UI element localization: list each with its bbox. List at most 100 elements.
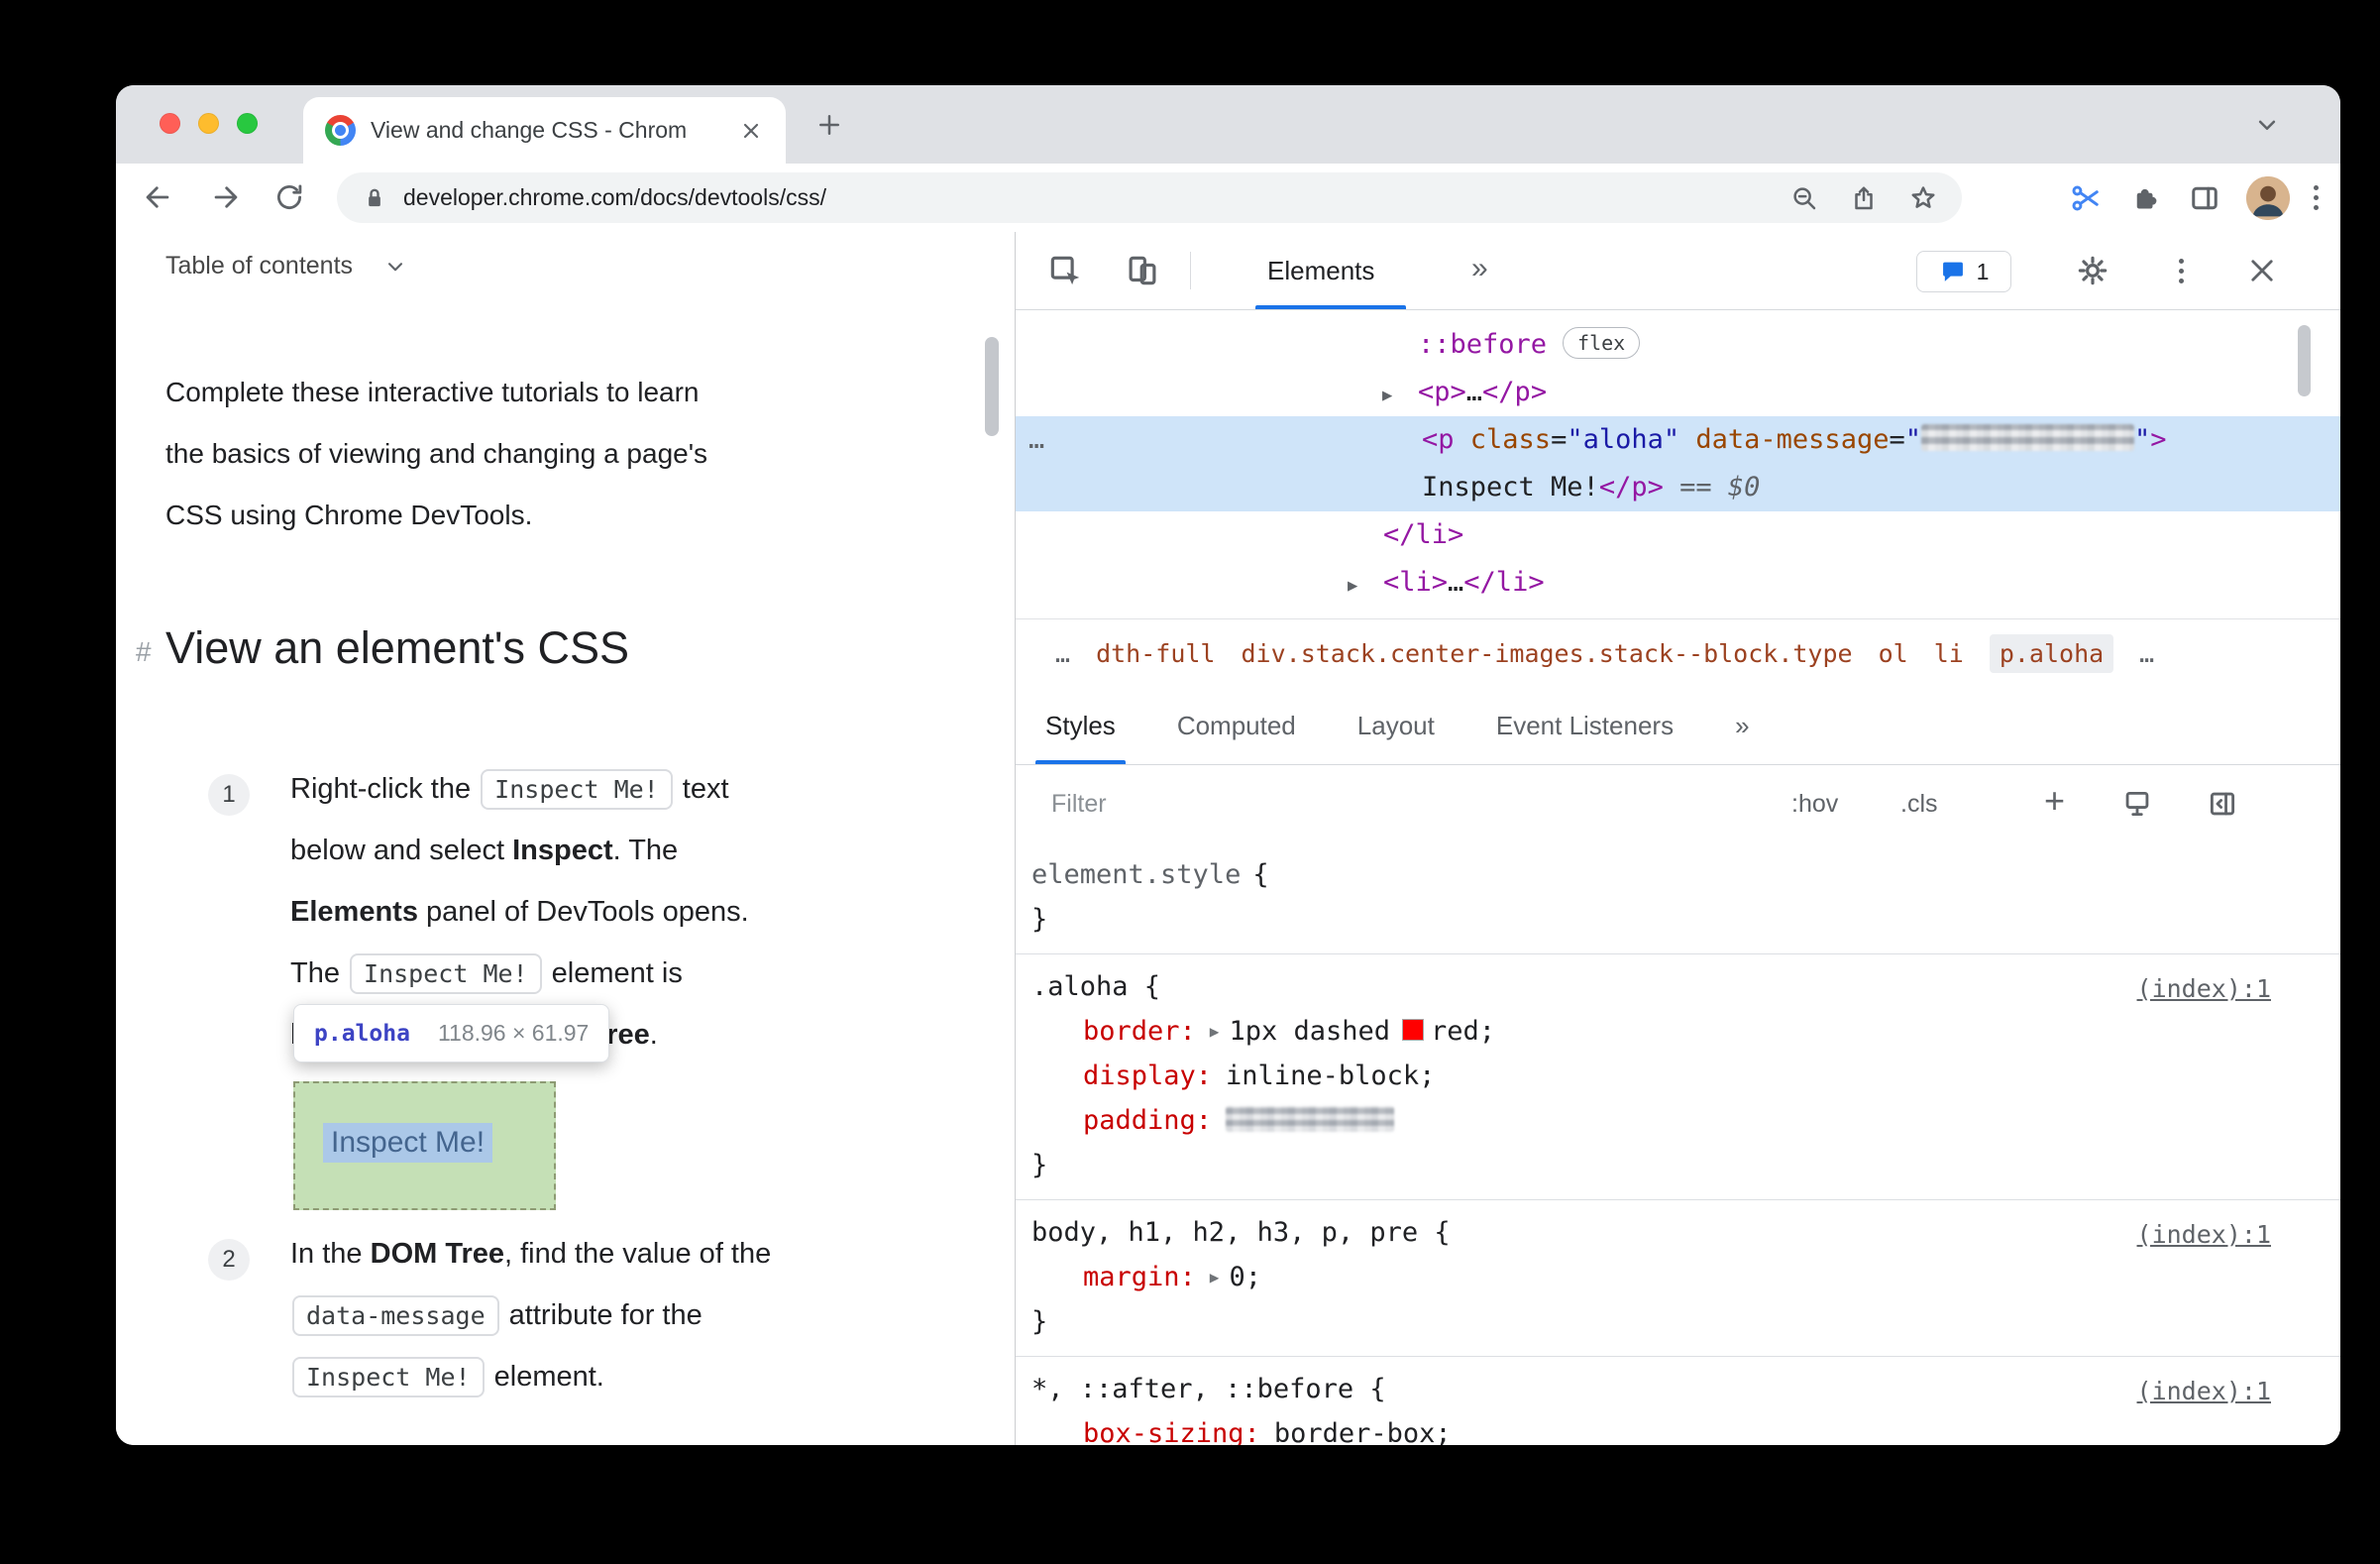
tab-layout[interactable]: Layout [1357, 688, 1435, 764]
window-controls [160, 113, 258, 134]
doc-scrollbar-thumb[interactable] [985, 337, 999, 436]
style-rule-universal[interactable]: (index):1 *, ::after, ::before { box-siz… [1016, 1357, 2340, 1445]
active-tab[interactable]: View and change CSS - Chrom [303, 97, 786, 164]
window-content: Table of contents Complete these interac… [116, 232, 2340, 1445]
computed-sidebar-toggle-icon[interactable] [2203, 784, 2242, 824]
style-selector[interactable]: .aloha { [1031, 971, 1160, 1002]
css-property[interactable]: border: ▶ 1px dashed red; [1016, 1009, 2340, 1054]
browser-toolbar: developer.chrome.com/docs/devtools/css/ [116, 164, 2340, 233]
dom-node-selected-open[interactable]: … <p class="aloha" data-message=" "> [1016, 416, 2340, 464]
expand-arrow-icon[interactable]: ▶ [1348, 562, 1383, 610]
breadcrumb-overflow[interactable]: … [2139, 639, 2154, 668]
section-heading-row: # View an element's CSS [116, 622, 1015, 692]
dom-node-selected-text[interactable]: Inspect Me!</p> == $0 [1016, 464, 2340, 511]
rendering-emulation-icon[interactable] [2117, 784, 2157, 824]
close-window-button[interactable] [160, 113, 180, 134]
intro-line: the basics of viewing and changing a pag… [165, 438, 708, 469]
share-icon[interactable] [1849, 183, 1879, 213]
url-text: developer.chrome.com/docs/devtools/css/ [403, 184, 826, 210]
table-of-contents-dropdown[interactable]: Table of contents [165, 252, 408, 280]
console-messages-badge[interactable]: 1 [1916, 251, 2011, 292]
device-toolbar-icon[interactable] [1123, 251, 1162, 290]
style-rule-element-style[interactable]: element.style{ } [1016, 842, 2340, 954]
fullscreen-window-button[interactable] [237, 113, 258, 134]
filter-input[interactable]: Filter [1051, 765, 1107, 842]
dom-node-before[interactable]: ::before flex [1016, 321, 2340, 369]
more-panels-chevron[interactable]: » [1471, 232, 1488, 309]
zoom-icon[interactable] [1789, 183, 1819, 213]
settings-gear-icon[interactable] [2073, 251, 2112, 290]
css-property[interactable]: margin: ▶ 0; [1016, 1255, 2340, 1299]
step-text-line: Inspect Me! element. [290, 1346, 1015, 1407]
inline-code: Inspect Me! [292, 1357, 485, 1397]
style-selector[interactable]: *, ::after, ::before { [1031, 1374, 1386, 1404]
lock-icon [361, 184, 388, 212]
styles-pane: element.style{ } (index):1 .aloha { bord… [1016, 842, 2340, 1445]
breadcrumb-overflow[interactable]: … [1055, 639, 1070, 668]
dom-node-li-close[interactable]: </li> [1016, 511, 2340, 559]
forward-button[interactable] [206, 177, 246, 217]
chrome-favicon-icon [325, 115, 356, 146]
expand-arrow-icon[interactable]: ▶ [1382, 372, 1418, 419]
scissors-extension-icon[interactable] [2068, 180, 2104, 216]
tab-styles[interactable]: Styles [1035, 688, 1126, 764]
devtools-menu-icon[interactable] [2161, 251, 2201, 290]
expand-shorthand-icon[interactable]: ▶ [1210, 1268, 1220, 1286]
address-bar[interactable]: developer.chrome.com/docs/devtools/css/ [337, 172, 1962, 223]
bookmark-star-icon[interactable] [1908, 183, 1938, 213]
style-selector[interactable]: element.style [1031, 859, 1241, 890]
style-selector[interactable]: body, h1, h2, h3, p, pre { [1031, 1217, 1451, 1248]
dom-node-li-collapsed[interactable]: ▶ <li>…</li> [1016, 559, 2340, 607]
inspect-element-icon[interactable] [1045, 251, 1085, 290]
tab-search-chevron-icon[interactable] [2249, 107, 2285, 143]
side-panel-icon[interactable] [2187, 180, 2222, 216]
stylesheet-link[interactable]: (index):1 [2137, 1212, 2271, 1257]
breadcrumb-item-selected[interactable]: p.aloha [1989, 634, 2114, 673]
inspect-me-element[interactable]: Inspect Me! [293, 1081, 556, 1210]
stylesheet-link[interactable]: (index):1 [2137, 966, 2271, 1011]
css-property[interactable]: display: inline-block; [1016, 1054, 2340, 1098]
badge-count: 1 [1976, 258, 1990, 284]
reload-button[interactable] [270, 177, 309, 217]
back-button[interactable] [138, 177, 177, 217]
step-number-badge: 2 [208, 1239, 250, 1281]
css-property[interactable]: padding: [1016, 1098, 2340, 1143]
tab-event-listeners[interactable]: Event Listeners [1496, 688, 1674, 764]
expand-shorthand-icon[interactable]: ▶ [1210, 1022, 1220, 1041]
omnibox-actions [1789, 183, 1938, 213]
minimize-window-button[interactable] [198, 113, 219, 134]
tab-elements[interactable]: Elements [1267, 232, 1374, 309]
toggle-hover-state-button[interactable]: :hov [1791, 765, 1838, 842]
new-tab-button[interactable] [810, 105, 849, 145]
profile-avatar[interactable] [2246, 175, 2290, 220]
tab-title: View and change CSS - Chrom [371, 117, 688, 143]
intro-line: CSS using Chrome DevTools. [165, 500, 533, 530]
breadcrumb-item[interactable]: li [1934, 639, 1964, 668]
tab-computed[interactable]: Computed [1177, 688, 1296, 764]
breadcrumb-item[interactable]: div.stack.center-images.stack--block.typ… [1241, 639, 1852, 668]
dom-node-p-collapsed[interactable]: ▶ <p>…</p> [1016, 369, 2340, 416]
tab-close-icon[interactable] [734, 114, 768, 148]
step-text-line: data-message attribute for the [290, 1285, 1015, 1346]
browser-menu-icon[interactable] [2314, 185, 2319, 210]
style-rule-body-headings[interactable]: (index):1 body, h1, h2, h3, p, pre { mar… [1016, 1200, 2340, 1357]
breadcrumb-item[interactable]: dth-full [1096, 639, 1215, 668]
overflow-dots[interactable]: … [1028, 416, 1044, 464]
stylesheet-link[interactable]: (index):1 [2137, 1369, 2271, 1413]
dollar-zero-flag: == $0 [1663, 472, 1761, 503]
color-swatch[interactable] [1402, 1019, 1424, 1041]
dom-scrollbar-thumb[interactable] [2298, 325, 2311, 396]
new-style-rule-button[interactable]: + [2044, 765, 2065, 837]
extensions-puzzle-icon[interactable] [2127, 180, 2163, 216]
inspect-me-text[interactable]: Inspect Me! [323, 1123, 493, 1163]
flex-badge[interactable]: flex [1563, 327, 1641, 359]
breadcrumb-item[interactable]: ol [1879, 639, 1908, 668]
toolbar-extensions [2068, 164, 2319, 232]
doc-page: Table of contents Complete these interac… [116, 232, 1015, 1445]
devtools-close-icon[interactable] [2242, 251, 2282, 290]
heading-anchor-link[interactable]: # [136, 636, 152, 668]
style-rule-aloha[interactable]: (index):1 .aloha { border: ▶ 1px dashed red… [1016, 954, 2340, 1200]
toggle-classes-button[interactable]: .cls [1900, 765, 1938, 842]
css-property[interactable]: box-sizing: border-box; [1016, 1411, 2340, 1445]
more-tabs-chevron[interactable]: » [1735, 688, 1749, 764]
